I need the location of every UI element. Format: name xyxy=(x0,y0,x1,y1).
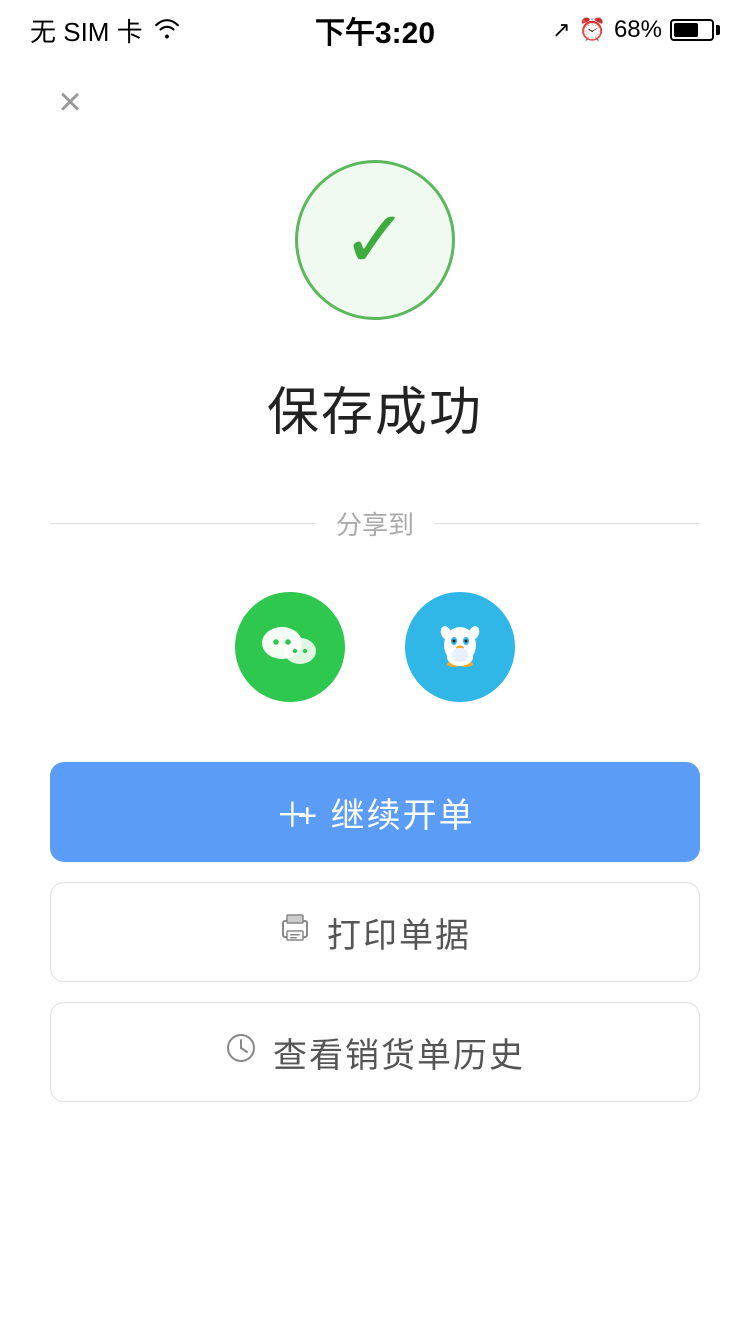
qq-share-button[interactable] xyxy=(405,592,515,702)
wechat-share-button[interactable] xyxy=(235,592,345,702)
actions: ＋ + 继续开单 打印单据 xyxy=(50,762,700,1102)
print-label: 打印单据 xyxy=(327,908,471,957)
no-sim-text: 无 SIM 卡 xyxy=(30,12,143,49)
print-button[interactable]: 打印单据 xyxy=(50,882,700,982)
checkmark-icon: ✓ xyxy=(341,200,408,280)
share-label: 分享到 xyxy=(336,505,414,542)
location-icon: ↗ xyxy=(552,17,570,43)
share-icons xyxy=(235,592,515,702)
main-content: ✓ 保存成功 分享到 xyxy=(0,60,750,1334)
status-left: 无 SIM 卡 xyxy=(30,12,181,49)
status-time: 下午3:20 xyxy=(315,8,435,52)
continue-button[interactable]: ＋ + 继续开单 xyxy=(50,762,700,862)
continue-label: + 继续开单 xyxy=(297,788,474,837)
wifi-icon xyxy=(153,15,181,46)
print-icon xyxy=(279,913,311,951)
status-right: ↗ ⏰ 68% xyxy=(552,16,720,44)
wechat-icon xyxy=(256,613,324,681)
divider-left xyxy=(50,523,316,524)
status-bar: 无 SIM 卡 下午3:20 ↗ ⏰ 68% xyxy=(0,0,750,60)
alarm-icon: ⏰ xyxy=(579,17,606,43)
share-section: 分享到 xyxy=(50,505,700,702)
divider-right xyxy=(434,523,700,524)
qq-icon xyxy=(430,617,490,677)
history-icon xyxy=(225,1032,257,1072)
history-label: 查看销货单历史 xyxy=(273,1028,525,1077)
battery-icon xyxy=(670,19,720,41)
battery-percent: 68% xyxy=(614,16,662,44)
divider-row: 分享到 xyxy=(50,505,700,542)
success-circle: ✓ xyxy=(295,160,455,320)
success-title: 保存成功 xyxy=(267,370,483,445)
history-button[interactable]: 查看销货单历史 xyxy=(50,1002,700,1102)
